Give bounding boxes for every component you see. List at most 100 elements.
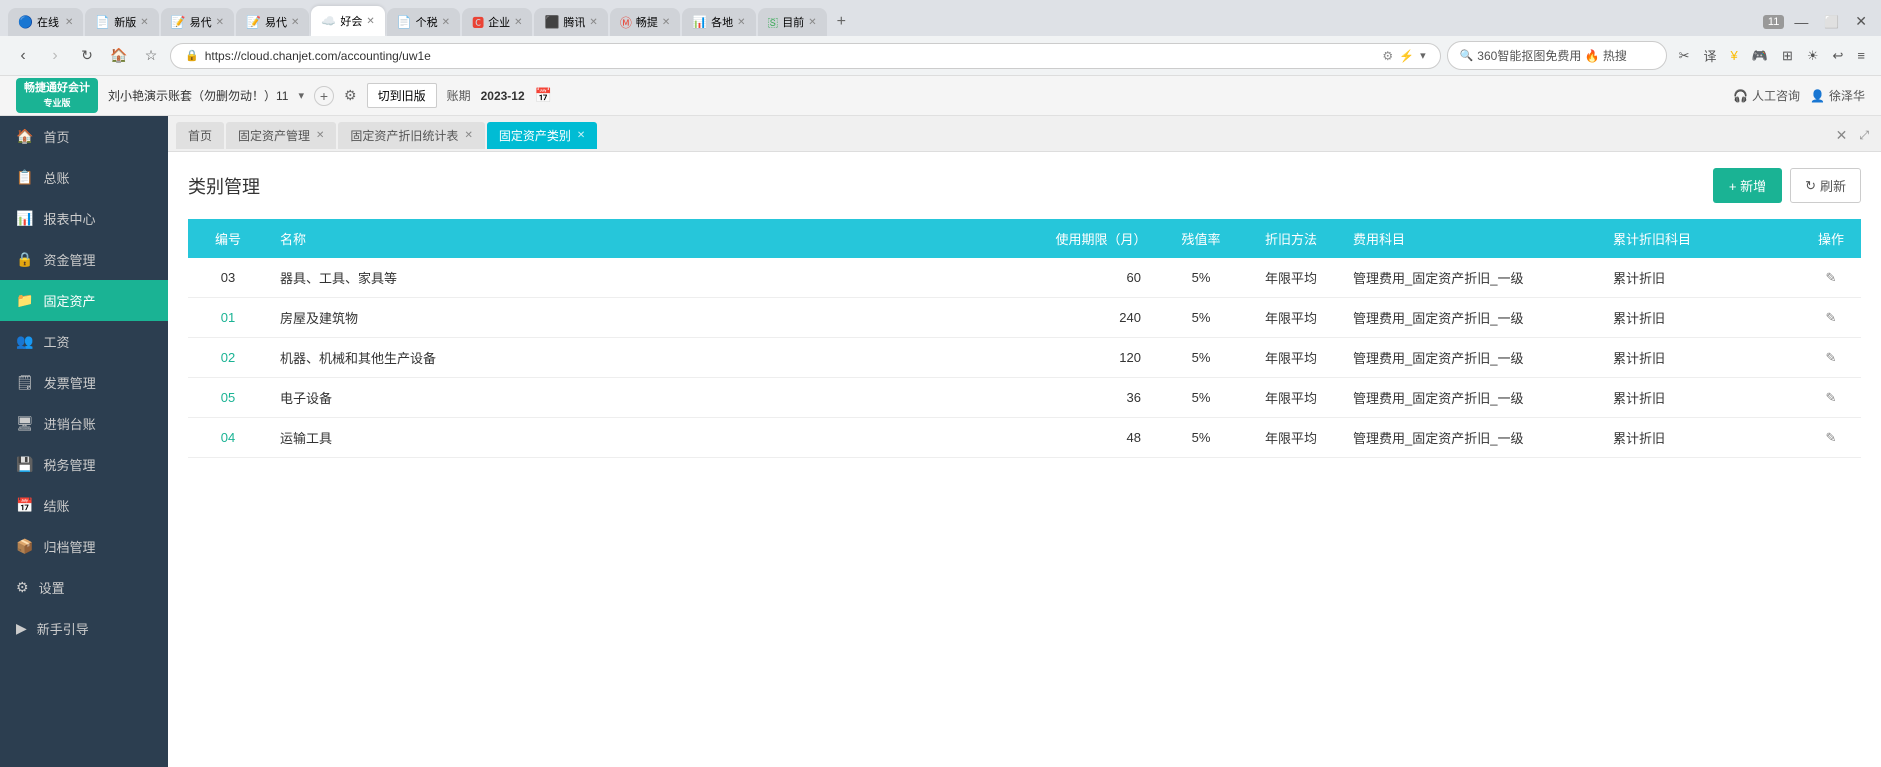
browser-tab-changte[interactable]: Ⓜ 畅提 ✕	[610, 8, 680, 36]
sidebar-item-ledger[interactable]: 📋 总账	[0, 157, 168, 198]
cell-period: 240	[1041, 298, 1161, 338]
close-tab-active[interactable]: ✕	[366, 16, 374, 27]
ssl-lock-icon: 🔒	[185, 49, 199, 62]
edit-icon[interactable]: ✎	[1826, 270, 1837, 285]
sidebar-item-tax[interactable]: 💾 税务管理	[0, 444, 168, 485]
grid-icon[interactable]: ⊞	[1776, 44, 1799, 68]
bookmark-button[interactable]: ☆	[138, 43, 164, 69]
tab-category[interactable]: 固定资产类别 ✕	[487, 122, 597, 149]
add-account-button[interactable]: +	[314, 86, 334, 106]
browser-tab-tencent[interactable]: ⬛ 腾讯 ✕	[534, 8, 607, 36]
add-button[interactable]: + 新增	[1713, 168, 1782, 203]
close-panel-button[interactable]: ✕	[1830, 127, 1854, 144]
calendar-icon[interactable]: 📅	[535, 87, 552, 104]
home-button[interactable]: 🏠	[106, 43, 132, 69]
brightness-icon[interactable]: ☀	[1801, 44, 1825, 68]
back-button[interactable]: ‹	[10, 43, 36, 69]
close-tab-enterprise[interactable]: ✕	[514, 17, 522, 28]
sidebar-item-archive[interactable]: 📦 归档管理	[0, 526, 168, 567]
sidebar-item-funds[interactable]: 🔒 资金管理	[0, 239, 168, 280]
reload-button[interactable]: ↻	[74, 43, 100, 69]
browser-tab-tax[interactable]: 📄 个税 ✕	[387, 8, 460, 36]
refresh-button[interactable]: ↻ 刷新	[1790, 168, 1861, 203]
game-icon[interactable]: 🎮	[1746, 44, 1774, 68]
close-tab-depreciation[interactable]: ✕	[464, 130, 472, 141]
browser-tab-gedi[interactable]: 📊 各地 ✕	[682, 8, 755, 36]
cell-period: 60	[1041, 258, 1161, 298]
close-tab-gedi[interactable]: ✕	[737, 17, 745, 28]
guide-icon: ▶	[16, 620, 27, 637]
settings-gear-icon[interactable]: ⚙	[344, 87, 357, 104]
cell-method: 年限平均	[1241, 378, 1341, 418]
restore-window-icon[interactable]: ⬜	[1818, 13, 1845, 31]
close-tab-fixed-mgmt[interactable]: ✕	[316, 130, 324, 141]
user-profile[interactable]: 👤 徐泽华	[1810, 87, 1865, 104]
app-logo: 畅捷通好会计专业版	[16, 78, 98, 113]
tab-depreciation[interactable]: 固定资产折旧统计表 ✕	[338, 122, 484, 149]
close-tab-changte[interactable]: ✕	[662, 17, 670, 28]
close-tab-tencent[interactable]: ✕	[589, 17, 597, 28]
sidebar-item-guide[interactable]: ▶ 新手引导	[0, 608, 168, 649]
browser-tab-active[interactable]: ☁️ 好会 ✕	[311, 6, 384, 36]
cell-residual: 5%	[1161, 338, 1241, 378]
browser-tab-muqian[interactable]: 🇸 目前 ✕	[758, 8, 827, 36]
cell-action[interactable]: ✎	[1801, 298, 1861, 338]
browser-tab-enterprise[interactable]: 🅲 企业 ✕	[462, 8, 532, 36]
tab-home[interactable]: 首页	[176, 122, 224, 149]
close-tab-muqian[interactable]: ✕	[808, 17, 816, 28]
cell-method: 年限平均	[1241, 298, 1341, 338]
service-button[interactable]: 🎧 人工咨询	[1733, 87, 1800, 104]
cell-residual: 5%	[1161, 378, 1241, 418]
table-row: 01 房屋及建筑物 240 5% 年限平均 管理费用_固定资产折旧_一级 累计折…	[188, 298, 1861, 338]
new-tab-button[interactable]: +	[829, 8, 854, 36]
sidebar-item-reports[interactable]: 📊 报表中心	[0, 198, 168, 239]
minimize-window-icon[interactable]: —	[1788, 12, 1814, 32]
dropdown-arrow-icon[interactable]: ▾	[1420, 49, 1426, 62]
address-bar[interactable]: 🔒 https://cloud.chanjet.com/accounting/u…	[170, 43, 1441, 69]
sidebar-item-home[interactable]: 🏠 首页	[0, 116, 168, 157]
cell-code: 02	[188, 338, 268, 378]
cell-action[interactable]: ✎	[1801, 258, 1861, 298]
cell-action[interactable]: ✎	[1801, 338, 1861, 378]
edit-icon[interactable]: ✎	[1826, 310, 1837, 325]
sidebar-item-settings[interactable]: ⚙ 设置	[0, 567, 168, 608]
close-tab-tax[interactable]: ✕	[442, 17, 450, 28]
edit-icon[interactable]: ✎	[1826, 430, 1837, 445]
site-info-icon[interactable]: ⚙	[1382, 49, 1393, 63]
browser-tab-new[interactable]: 📄 新版 ✕	[85, 8, 158, 36]
sidebar-item-fixed-assets[interactable]: 📁 固定资产	[0, 280, 168, 321]
cell-period: 36	[1041, 378, 1161, 418]
tab-fixed-mgmt[interactable]: 固定资产管理 ✕	[226, 122, 336, 149]
edit-icon[interactable]: ✎	[1826, 390, 1837, 405]
currency-icon[interactable]: ¥	[1725, 44, 1744, 67]
close-tab-new[interactable]: ✕	[140, 17, 148, 28]
menu-icon[interactable]: ≡	[1851, 44, 1871, 67]
dropdown-icon[interactable]: ▾	[298, 89, 304, 102]
cell-action[interactable]: ✎	[1801, 418, 1861, 458]
close-tab-yidai2[interactable]: ✕	[291, 17, 299, 28]
scissors-icon[interactable]: ✂	[1673, 44, 1696, 68]
sidebar-item-inventory[interactable]: 🖥 进销台账	[0, 403, 168, 444]
browser-tab-online[interactable]: 🔵 在线 ✕	[8, 8, 83, 36]
maximize-panel-button[interactable]: ⤢	[1855, 128, 1873, 143]
close-tab-online[interactable]: ✕	[65, 17, 73, 28]
sidebar-item-settlement[interactable]: 📅 结账	[0, 485, 168, 526]
close-tab-category[interactable]: ✕	[577, 130, 585, 141]
cell-period: 120	[1041, 338, 1161, 378]
sidebar-item-payroll[interactable]: 👥 工资	[0, 321, 168, 362]
cell-action[interactable]: ✎	[1801, 378, 1861, 418]
close-window-icon[interactable]: ✕	[1849, 11, 1873, 32]
translate-icon[interactable]: 译	[1698, 42, 1723, 69]
edit-icon[interactable]: ✎	[1826, 350, 1837, 365]
close-tab-yidai1[interactable]: ✕	[216, 17, 224, 28]
search-bar[interactable]: 🔍 360智能抠图免费用 🔥 热搜	[1447, 41, 1667, 70]
archive-icon: 📦	[16, 538, 33, 555]
browser-tab-yidai2[interactable]: 📝 易代 ✕	[236, 8, 309, 36]
undo-icon[interactable]: ↩	[1827, 44, 1850, 68]
browser-tab-yidai1[interactable]: 📝 易代 ✕	[161, 8, 234, 36]
cell-code: 03	[188, 258, 268, 298]
switch-version-button[interactable]: 切到旧版	[367, 83, 437, 108]
col-expense: 费用科目	[1341, 219, 1601, 258]
sidebar-item-invoice[interactable]: 🗒 发票管理	[0, 362, 168, 403]
forward-button[interactable]: ›	[42, 43, 68, 69]
